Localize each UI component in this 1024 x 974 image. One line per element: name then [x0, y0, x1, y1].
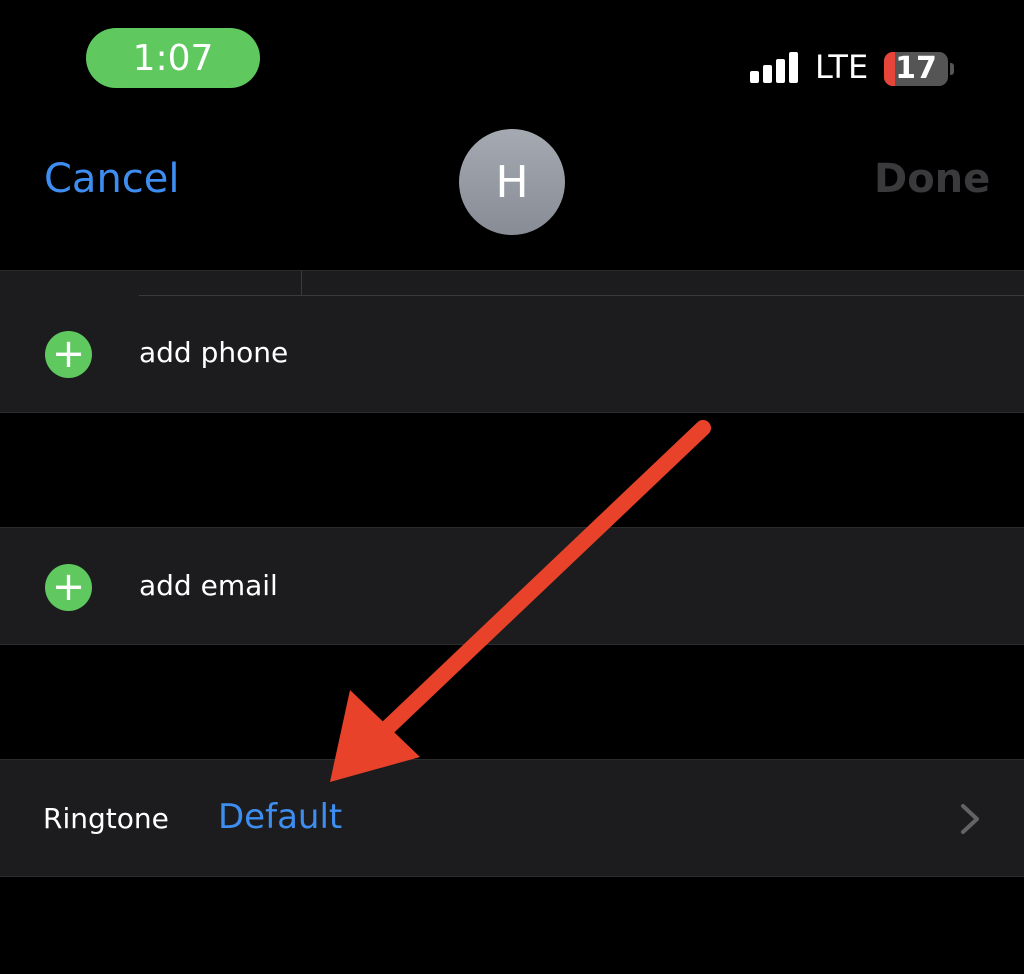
add-email-row[interactable]: + add email: [0, 527, 1024, 645]
status-time: 1:07: [86, 28, 260, 88]
avatar[interactable]: H: [459, 129, 565, 235]
battery-tip: [950, 63, 954, 75]
phone-group: + add phone: [0, 270, 1024, 413]
add-icon[interactable]: +: [45, 564, 92, 611]
battery-level: 17: [895, 52, 937, 86]
network-type: LTE: [815, 48, 869, 86]
chevron-right-icon: [961, 804, 979, 834]
divider: [301, 271, 302, 295]
cancel-button[interactable]: Cancel: [44, 156, 180, 202]
signal-icon: [750, 52, 798, 83]
add-email-label: add email: [139, 569, 278, 602]
ringtone-label: Ringtone: [43, 802, 169, 835]
done-button[interactable]: Done: [874, 156, 990, 202]
battery-icon: 17: [884, 52, 948, 86]
add-icon[interactable]: +: [45, 331, 92, 378]
avatar-initial: H: [495, 156, 529, 208]
add-phone-label: add phone: [139, 336, 289, 369]
ringtone-row[interactable]: Ringtone Default: [0, 759, 1024, 877]
add-phone-row[interactable]: + add phone: [0, 296, 1024, 412]
ringtone-value[interactable]: Default: [218, 797, 342, 837]
